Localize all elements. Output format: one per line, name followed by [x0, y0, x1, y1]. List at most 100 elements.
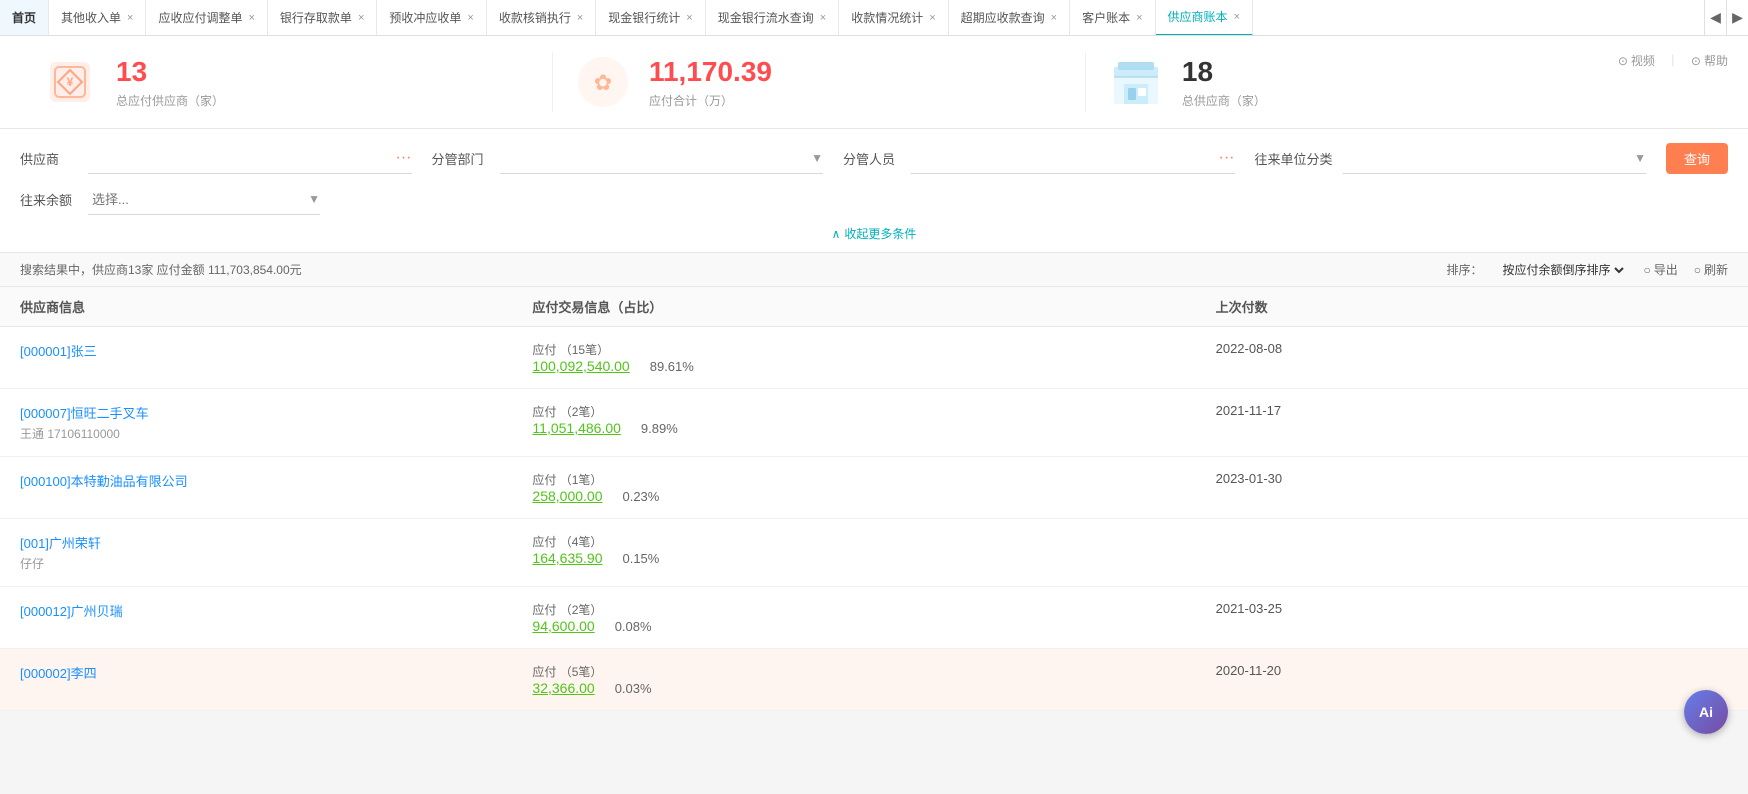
trans-amount-link[interactable]: 164,635.90: [532, 550, 602, 566]
last-pay-date: 2022-08-08: [1216, 341, 1283, 356]
trans-amount-row: 258,000.00 0.23%: [532, 488, 1215, 504]
supplier-cell: [000012]广州贝瑞: [20, 601, 532, 620]
table-row: [000100]本特勤油品有限公司应付 （1笔）258,000.000.23%2…: [0, 457, 1748, 519]
supplier-input[interactable]: [88, 143, 392, 173]
tab-close-icon[interactable]: ×: [577, 12, 583, 24]
nav-tab-cash-bank-flow[interactable]: 现金银行流水查询 ×: [706, 0, 839, 36]
department-filter-label: 分管部门: [432, 149, 492, 168]
export-icon: ○: [1643, 263, 1650, 277]
trans-amount-link[interactable]: 11,051,486.00: [532, 420, 621, 436]
supplier-name-link[interactable]: [000001]张三: [20, 344, 97, 359]
transaction-cell: 应付 （2笔）11,051,486.009.89%: [532, 403, 1215, 436]
lastpay-cell: 2020-11-20: [1216, 663, 1728, 678]
nav-arrow-left[interactable]: ◀: [1704, 0, 1726, 36]
sort-select[interactable]: 按应付余额倒序排序 按应付余额升序排序 按上次付数排序: [1498, 262, 1627, 278]
video-link[interactable]: ⊙ 视频: [1618, 52, 1655, 69]
tab-label: 供应商账本: [1168, 8, 1228, 25]
trans-type-label: 应付 （5笔）: [532, 663, 1215, 680]
payable-suppliers-label: 总应付供应商（家）: [116, 92, 532, 109]
tab-label: 银行存取款单: [280, 9, 352, 26]
supplier-name-link[interactable]: [000007]恒旺二手叉车: [20, 406, 149, 421]
balance-input[interactable]: [88, 184, 304, 214]
trans-amount-link[interactable]: 100,092,540.00: [532, 358, 629, 374]
refresh-button[interactable]: ○ 刷新: [1694, 261, 1728, 278]
tab-close-icon[interactable]: ×: [467, 12, 473, 24]
trans-amount-link[interactable]: 258,000.00: [532, 488, 602, 504]
supplier-sub-info: 仔仔: [20, 555, 532, 572]
nav-tab-customer-account[interactable]: 客户账本 ×: [1070, 0, 1155, 36]
tab-close-icon[interactable]: ×: [686, 12, 692, 24]
person-input[interactable]: [911, 143, 1215, 173]
department-input-wrapper: ▼: [500, 143, 824, 174]
tab-close-icon[interactable]: ×: [1136, 12, 1142, 24]
transaction-cell: 应付 （15笔）100,092,540.00 89.61%: [532, 341, 1215, 374]
summary-card-payable-amount: ✿ 11,170.39 应付合计（万）: [553, 52, 1086, 112]
supplier-dots-icon[interactable]: ···: [396, 149, 412, 167]
total-suppliers-number: 18: [1182, 55, 1598, 89]
store-icon: [1106, 52, 1166, 112]
tab-label: 现金银行流水查询: [718, 9, 814, 26]
trans-amount-row: 94,600.000.08%: [532, 618, 1215, 634]
supplier-name-link[interactable]: [000002]李四: [20, 666, 97, 681]
nav-tab-collect-stat[interactable]: 收款情况统计 ×: [839, 0, 948, 36]
help-link[interactable]: ⊙ 帮助: [1691, 52, 1728, 69]
tab-close-icon[interactable]: ×: [820, 12, 826, 24]
nav-tab-cash-bank-stat[interactable]: 现金银行统计 ×: [596, 0, 705, 36]
trans-amount-link[interactable]: 94,600.00: [532, 618, 594, 634]
trans-amount-link[interactable]: 32,366.00: [532, 680, 594, 696]
nav-tab-bank-deposit[interactable]: 银行存取款单 ×: [268, 0, 377, 36]
nav-tab-supplier-account[interactable]: 供应商账本 ×: [1156, 0, 1253, 36]
person-filter-label: 分管人员: [843, 149, 903, 168]
balance-filter-label: 往来余额: [20, 190, 80, 209]
nav-tab-advance-collect[interactable]: 预收冲应收单 ×: [377, 0, 486, 36]
department-chevron-icon[interactable]: ▼: [811, 151, 823, 165]
filter-section: 供应商 ··· 分管部门 ▼ 分管人员 ··· 往来单位分类: [0, 129, 1748, 253]
trans-percent: 89.61%: [650, 359, 694, 374]
supplier-sub-info: 王通 17106110000: [20, 425, 532, 442]
balance-chevron-icon[interactable]: ▼: [308, 192, 320, 206]
payable-suppliers-info: 13 总应付供应商（家）: [116, 55, 532, 110]
tab-label: 超期应收款查询: [961, 9, 1045, 26]
col-header-supplier: 供应商信息: [20, 297, 532, 316]
person-dots-icon[interactable]: ···: [1219, 149, 1235, 167]
transaction-cell: 应付 （2笔）94,600.000.08%: [532, 601, 1215, 634]
nav-arrow-right[interactable]: ▶: [1726, 0, 1748, 36]
nav-tab-ap-adjust[interactable]: 应收应付调整单 ×: [146, 0, 267, 36]
export-button[interactable]: ○ 导出: [1643, 261, 1677, 278]
ai-assistant-button[interactable]: Ai: [1684, 690, 1728, 734]
transaction-cell: 应付 （1笔）258,000.000.23%: [532, 471, 1215, 504]
category-chevron-icon[interactable]: ▼: [1634, 151, 1646, 165]
category-filter: 往来单位分类 ▼: [1255, 143, 1647, 174]
tab-close-icon[interactable]: ×: [358, 12, 364, 24]
tab-close-icon[interactable]: ×: [929, 12, 935, 24]
tab-label: 现金银行统计: [608, 9, 680, 26]
summary-section: ¥ 13 总应付供应商（家） ✿ 11,170.39 应付合计（万）: [0, 36, 1748, 129]
export-label: 导出: [1654, 261, 1678, 278]
trans-percent: 0.23%: [622, 489, 659, 504]
supplier-name-link[interactable]: [000012]广州贝瑞: [20, 604, 123, 619]
rice-icon: ✿: [573, 52, 633, 112]
table-row: [000002]李四 应付 （5笔）32,366.000.03%2020-11-2…: [0, 649, 1748, 711]
table-row: [001]广州荣轩仔仔应付 （4笔）164,635.900.15%: [0, 519, 1748, 587]
trans-type-label: 应付 （15笔）: [532, 341, 1215, 358]
collapse-button[interactable]: ∧ 收起更多条件: [832, 225, 917, 242]
tab-close-icon[interactable]: ×: [1234, 11, 1240, 23]
top-navigation: 首页 其他收入单 × 应收应付调整单 × 银行存取款单 × 预收冲应收单 × 收…: [0, 0, 1748, 36]
supplier-name-link[interactable]: [000100]本特勤油品有限公司: [20, 474, 188, 489]
nav-tab-other-income[interactable]: 其他收入单 ×: [49, 0, 146, 36]
tab-close-icon[interactable]: ×: [248, 12, 254, 24]
nav-tab-collect-check[interactable]: 收款核销执行 ×: [487, 0, 596, 36]
nav-tab-overdue-collect[interactable]: 超期应收款查询 ×: [949, 0, 1070, 36]
nav-arrows: ◀ ▶: [1704, 0, 1748, 36]
department-input[interactable]: [500, 143, 808, 173]
total-suppliers-info: 18 总供应商（家）: [1182, 55, 1598, 110]
filter-row-1: 供应商 ··· 分管部门 ▼ 分管人员 ··· 往来单位分类: [20, 143, 1728, 174]
trans-amount-row: 32,366.000.03%: [532, 680, 1215, 696]
query-button[interactable]: 查询: [1666, 143, 1728, 174]
supplier-name-link[interactable]: [001]广州荣轩: [20, 536, 101, 551]
nav-tab-home[interactable]: 首页: [0, 0, 49, 36]
tab-close-icon[interactable]: ×: [127, 12, 133, 24]
category-input[interactable]: [1343, 143, 1631, 173]
supplier-filter-label: 供应商: [20, 149, 80, 168]
tab-close-icon[interactable]: ×: [1051, 12, 1057, 24]
